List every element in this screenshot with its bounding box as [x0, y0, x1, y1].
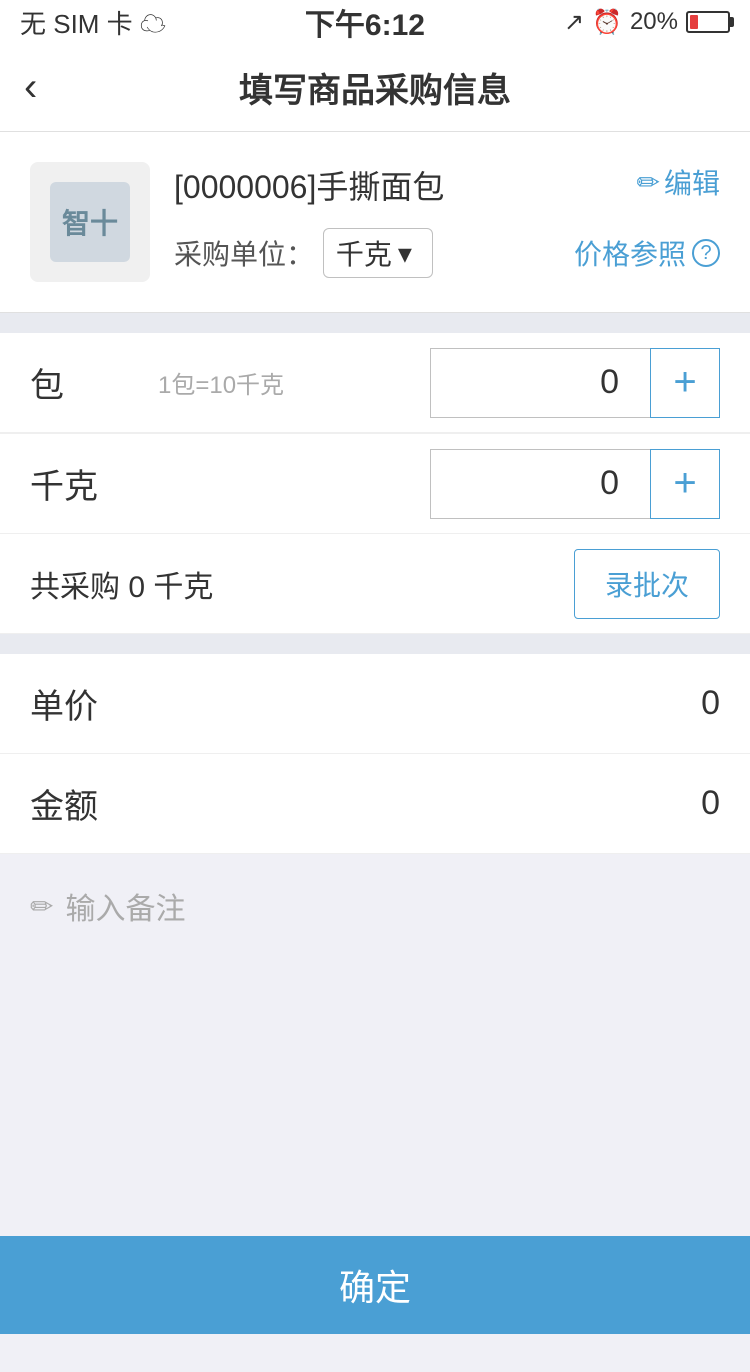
kg-quantity-input[interactable]: [430, 449, 650, 519]
notes-area: ✏ 输入备注: [0, 854, 750, 1274]
unit-label: 采购单位：: [174, 239, 314, 270]
nav-bar: ‹ 填写商品采购信息: [0, 44, 750, 132]
bag-sub-label: 1包=10千克: [158, 365, 284, 400]
sim-status: 无 SIM 卡 ☁: [20, 4, 166, 41]
amount-value: 0: [701, 784, 720, 823]
status-bar: 无 SIM 卡 ☁ 下午6:12 ↗ ⏰ 20%: [0, 0, 750, 44]
alarm-icon: ⏰: [592, 8, 622, 37]
edit-button[interactable]: ✏ 编辑: [637, 162, 720, 202]
status-time: 下午6:12: [305, 0, 425, 44]
battery-percent: 20%: [630, 8, 678, 36]
unit-select[interactable]: 千克 ▾: [323, 228, 433, 278]
confirm-button[interactable]: 确定: [0, 1236, 750, 1334]
kg-label: 千克: [30, 459, 150, 508]
amount-row: 金额 0: [0, 754, 750, 854]
product-thumbnail: 智十: [50, 182, 130, 262]
pencil-icon: ✏: [30, 890, 53, 923]
page-title: 填写商品采购信息: [239, 63, 511, 112]
status-left: 无 SIM 卡 ☁: [20, 4, 166, 41]
unit-price-row: 单价 0: [0, 654, 750, 754]
amount-label: 金额: [30, 779, 110, 828]
kg-input-right: +: [430, 449, 720, 519]
total-purchase-text: 共采购 0 千克: [30, 562, 213, 606]
notes-input-row[interactable]: ✏ 输入备注: [30, 884, 720, 928]
chevron-down-icon: ▾: [398, 237, 412, 270]
info-icon: ?: [692, 239, 720, 267]
kg-input-row: 千克 +: [0, 434, 750, 534]
product-header: [0000006]手撕面包 ✏ 编辑: [174, 162, 720, 208]
battery-icon: [686, 11, 730, 33]
batch-button[interactable]: 录批次: [574, 549, 720, 619]
bag-quantity-input[interactable]: [430, 348, 650, 418]
kg-input-section: 千克 +: [0, 434, 750, 534]
bag-input-right: +: [430, 348, 720, 418]
section-divider-2: [0, 634, 750, 654]
product-image: 智十: [30, 162, 150, 282]
summary-row: 共采购 0 千克 录批次: [0, 534, 750, 634]
back-button[interactable]: ‹: [24, 65, 37, 110]
notes-placeholder[interactable]: 输入备注: [65, 884, 185, 928]
edit-icon: ✏: [637, 166, 660, 199]
unit-select-wrapper: 采购单位： 千克 ▾: [174, 228, 433, 278]
edit-label: 编辑: [664, 162, 720, 202]
product-info: [0000006]手撕面包 ✏ 编辑 采购单位： 千克 ▾ 价格参照 ?: [174, 162, 720, 278]
price-ref-label: 价格参照: [574, 233, 686, 273]
price-ref-button[interactable]: 价格参照 ?: [574, 233, 720, 273]
section-divider-1: [0, 313, 750, 333]
unit-price-label: 单价: [30, 679, 110, 728]
status-right: ↗ ⏰ 20%: [564, 8, 730, 37]
product-unit-row: 采购单位： 千克 ▾ 价格参照 ?: [174, 228, 720, 278]
bag-input-row: 包 1包=10千克 +: [0, 333, 750, 433]
kg-plus-button[interactable]: +: [650, 449, 720, 519]
bag-input-section: 包 1包=10千克 +: [0, 333, 750, 433]
location-icon: ↗: [564, 8, 584, 37]
price-section: 单价 0 金额 0: [0, 654, 750, 854]
product-name: [0000006]手撕面包: [174, 162, 444, 208]
product-card: 智十 [0000006]手撕面包 ✏ 编辑 采购单位： 千克 ▾ 价格参照 ?: [0, 132, 750, 313]
bag-label: 包: [30, 358, 150, 407]
bag-plus-button[interactable]: +: [650, 348, 720, 418]
unit-price-value: 0: [701, 684, 720, 723]
unit-value: 千克: [336, 233, 392, 273]
